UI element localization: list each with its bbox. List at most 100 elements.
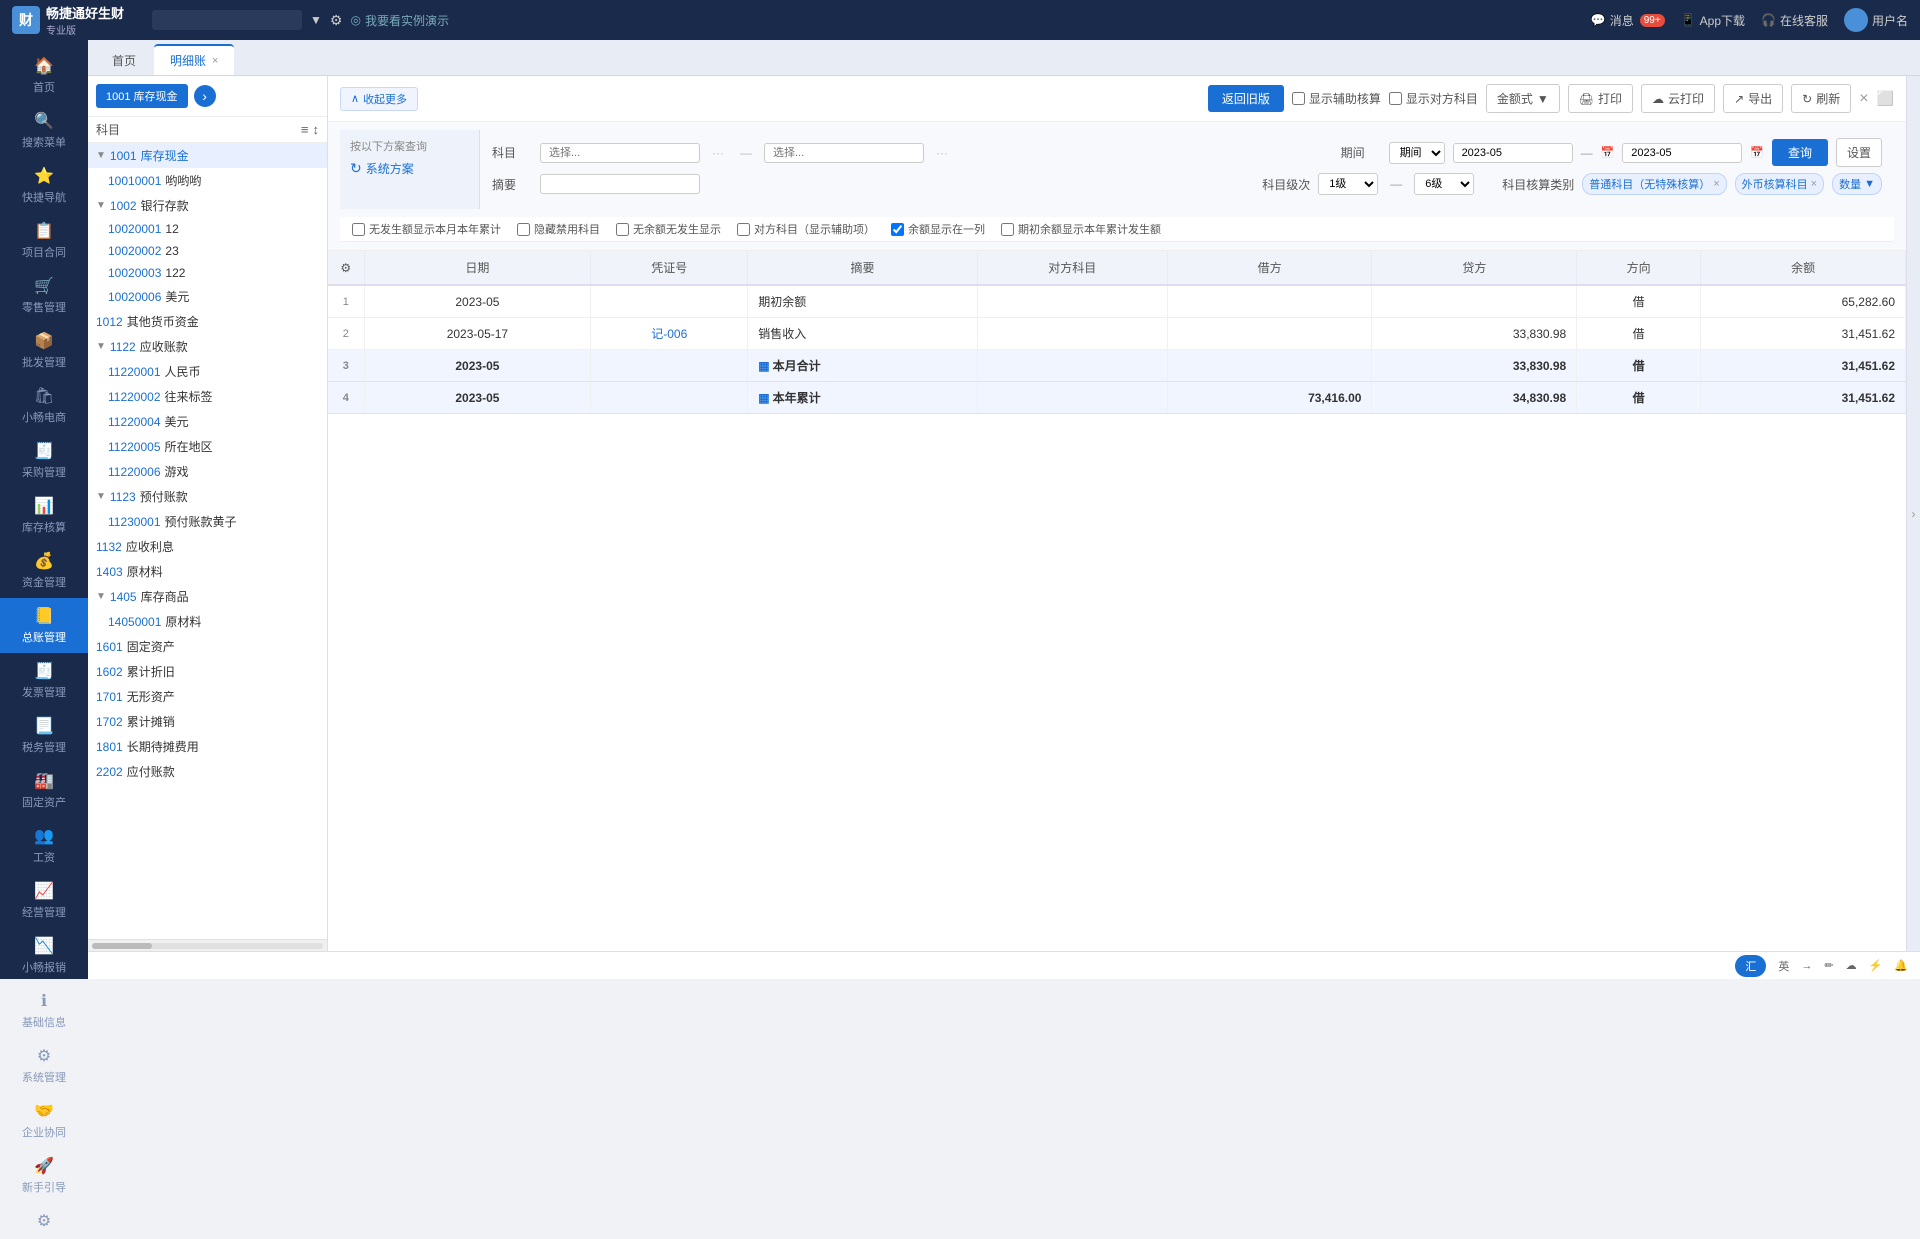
online-service-btn[interactable]: 🎧 在线客服 [1761, 12, 1828, 29]
tree-item-10010001[interactable]: 10010001 哟哟哟 [88, 168, 327, 193]
tree-item-1122[interactable]: ▼ 1122 应收账款 [88, 334, 327, 359]
tree-item-10020002[interactable]: 10020002 23 [88, 240, 327, 262]
tree-item-1701[interactable]: 1701 无形资产 [88, 684, 327, 709]
sidebar-item-tax[interactable]: 📃 税务管理 [0, 708, 88, 763]
tree-item-1002[interactable]: ▼ 1002 银行存款 [88, 193, 327, 218]
tree-item-11220002[interactable]: 11220002 往来标签 [88, 384, 327, 409]
tree-item-1012[interactable]: 1012 其他货币资金 [88, 309, 327, 334]
status-cloud[interactable]: ☁ [1846, 959, 1857, 972]
sidebar-item-guide[interactable]: 🚀 新手引导 [0, 1148, 88, 1203]
demo-link[interactable]: ◎ 我要看实例演示 [350, 12, 449, 29]
sidebar-item-gear[interactable]: ⚙ [33, 1203, 55, 1239]
sidebar-item-search-menu[interactable]: 🔍 搜索菜单 [0, 103, 88, 158]
tree-item-10020003[interactable]: 10020003 122 [88, 262, 327, 284]
sidebar-item-accounting[interactable]: 📒 总账管理 [0, 598, 88, 653]
tree-item-11220005[interactable]: 11220005 所在地区 [88, 434, 327, 459]
maximize-btn[interactable]: ⬜ [1877, 90, 1894, 107]
app-download-btn[interactable]: 📱 App下载 [1681, 12, 1745, 29]
cloud-print-btn[interactable]: ☁ 云打印 [1641, 84, 1715, 113]
period-type-select[interactable]: 期间 [1389, 142, 1445, 164]
account-toolbar-sort-btn[interactable]: ↕ [313, 122, 320, 137]
level-end-select[interactable]: 6级 [1414, 173, 1474, 195]
tree-item-11220006[interactable]: 11220006 游戏 [88, 459, 327, 484]
level-start-select[interactable]: 1级 [1318, 173, 1378, 195]
checkbox-balance-one-column[interactable]: 余额显示在一列 [891, 221, 985, 237]
account-nav-next-btn[interactable]: › [194, 85, 216, 107]
tree-item-1602[interactable]: 1602 累计折旧 [88, 659, 327, 684]
checkbox-no-balance[interactable]: 无发生额显示本月本年累计 [352, 221, 501, 237]
filter-settings-btn[interactable]: 设置 [1836, 138, 1882, 167]
sidebar-item-sales-report[interactable]: 📉 小畅报销 [0, 928, 88, 983]
amount-format-btn[interactable]: 金额式 ▼ [1486, 84, 1560, 113]
tree-item-1132[interactable]: 1132 应收利息 [88, 534, 327, 559]
settings-gear-btn[interactable]: ⚙ [330, 12, 343, 29]
tab-ledger[interactable]: 明细账 × [154, 44, 234, 75]
period-start-input[interactable] [1453, 143, 1573, 163]
back-to-old-btn[interactable]: 返回旧版 [1208, 85, 1284, 112]
query-btn[interactable]: 查询 [1772, 139, 1828, 166]
tree-item-1123[interactable]: ▼ 1123 预付账款 [88, 484, 327, 509]
status-lightning[interactable]: ⚡ [1869, 959, 1883, 972]
tree-item-1405[interactable]: ▼ 1405 库存商品 [88, 584, 327, 609]
tree-item-2202[interactable]: 2202 应付账款 [88, 759, 327, 784]
account-search-btn[interactable]: 1001 库存现金 [96, 84, 188, 108]
tree-item-11230001[interactable]: 11230001 预付账款黄子 [88, 509, 327, 534]
sidebar-item-retail[interactable]: 🛒 零售管理 [0, 268, 88, 323]
sidebar-item-capital[interactable]: 💰 资金管理 [0, 543, 88, 598]
sidebar-item-inventory[interactable]: 📊 库存核算 [0, 488, 88, 543]
subject-input[interactable] [540, 143, 700, 163]
status-lang-en[interactable]: 英 [1778, 958, 1789, 974]
expand-more-btn[interactable]: ∧ 收起更多 [340, 87, 418, 111]
tree-item-14050001[interactable]: 14050001 原材料 [88, 609, 327, 634]
refresh-btn[interactable]: ↻ 刷新 [1791, 84, 1851, 113]
sidebar-item-project[interactable]: 📋 项目合同 [0, 213, 88, 268]
print-btn[interactable]: 🖨 打印 [1568, 84, 1633, 113]
lang-btn[interactable]: 汇 [1735, 955, 1766, 977]
tab-close-btn[interactable]: × [212, 55, 218, 67]
export-btn[interactable]: ↗ 导出 [1723, 84, 1783, 113]
account-toolbar-list-btn[interactable]: ≡ [301, 122, 309, 137]
tree-item-1801[interactable]: 1801 长期待摊费用 [88, 734, 327, 759]
checkbox-opposite-subject[interactable]: 对方科目（显示辅助项） [737, 221, 875, 237]
message-btn[interactable]: 💬 消息 99+ [1591, 12, 1665, 29]
chip-remove-ordinary[interactable]: × [1713, 178, 1719, 190]
voucher-link-2[interactable]: 记-006 [651, 327, 687, 341]
show-auxiliary-checkbox[interactable]: 显示辅助核算 [1292, 90, 1381, 107]
show-opposite-checkbox[interactable]: 显示对方科目 [1389, 90, 1478, 107]
sidebar-item-basic-info[interactable]: ℹ 基础信息 [0, 983, 88, 1038]
period-end-input[interactable] [1622, 143, 1742, 163]
sidebar-item-fixed-asset[interactable]: 🏭 固定资产 [0, 763, 88, 818]
summary-input[interactable] [540, 174, 700, 194]
tree-item-10020006[interactable]: 10020006 美元 [88, 284, 327, 309]
chip-ordinary[interactable]: 普通科目（无特殊核算） × [1582, 173, 1726, 195]
sidebar-item-quick-nav[interactable]: ⭐ 快捷导航 [0, 158, 88, 213]
tree-item-1001[interactable]: ▼ 1001 库存现金 [88, 143, 327, 168]
tree-item-1702[interactable]: 1702 累计摊销 [88, 709, 327, 734]
sidebar-item-operations[interactable]: 📈 经营管理 [0, 873, 88, 928]
checkbox-hide-disabled[interactable]: 隐藏禁用科目 [517, 221, 600, 237]
tree-item-10020001[interactable]: 10020001 12 [88, 218, 327, 240]
status-nav[interactable]: → [1801, 960, 1812, 972]
close-panel-btn[interactable]: × [1859, 90, 1868, 108]
scheme-btn[interactable]: 系统方案 [366, 160, 414, 177]
right-collapse-panel[interactable]: › [1906, 76, 1920, 951]
sidebar-item-invoice[interactable]: 🧾 发票管理 [0, 653, 88, 708]
chip-quantity[interactable]: 数量 ▼ [1832, 173, 1882, 195]
tab-home[interactable]: 首页 [96, 46, 152, 75]
title-input[interactable] [152, 10, 302, 30]
tree-item-1403[interactable]: 1403 原材料 [88, 559, 327, 584]
account-tree-scroll[interactable] [88, 939, 327, 951]
sidebar-item-payroll[interactable]: 👥 工资 [0, 818, 88, 873]
user-menu[interactable]: 用户名 [1844, 8, 1908, 32]
sidebar-item-ecommerce[interactable]: 🛍 小畅电商 [0, 378, 88, 433]
checkbox-opening-balance[interactable]: 期初余额显示本年累计发生额 [1001, 221, 1161, 237]
tree-item-11220004[interactable]: 11220004 美元 [88, 409, 327, 434]
sidebar-item-wholesale[interactable]: 📦 批发管理 [0, 323, 88, 378]
sidebar-item-home[interactable]: 🏠 首页 [0, 48, 88, 103]
sidebar-item-system[interactable]: ⚙ 系统管理 [0, 1038, 88, 1093]
sidebar-item-enterprise[interactable]: 🤝 企业协同 [0, 1093, 88, 1148]
chip-remove-foreign[interactable]: × [1811, 178, 1817, 190]
sidebar-item-purchase[interactable]: 🧾 采购管理 [0, 433, 88, 488]
checkbox-no-balance-show[interactable]: 无余额无发生显示 [616, 221, 721, 237]
tree-item-1601[interactable]: 1601 固定资产 [88, 634, 327, 659]
